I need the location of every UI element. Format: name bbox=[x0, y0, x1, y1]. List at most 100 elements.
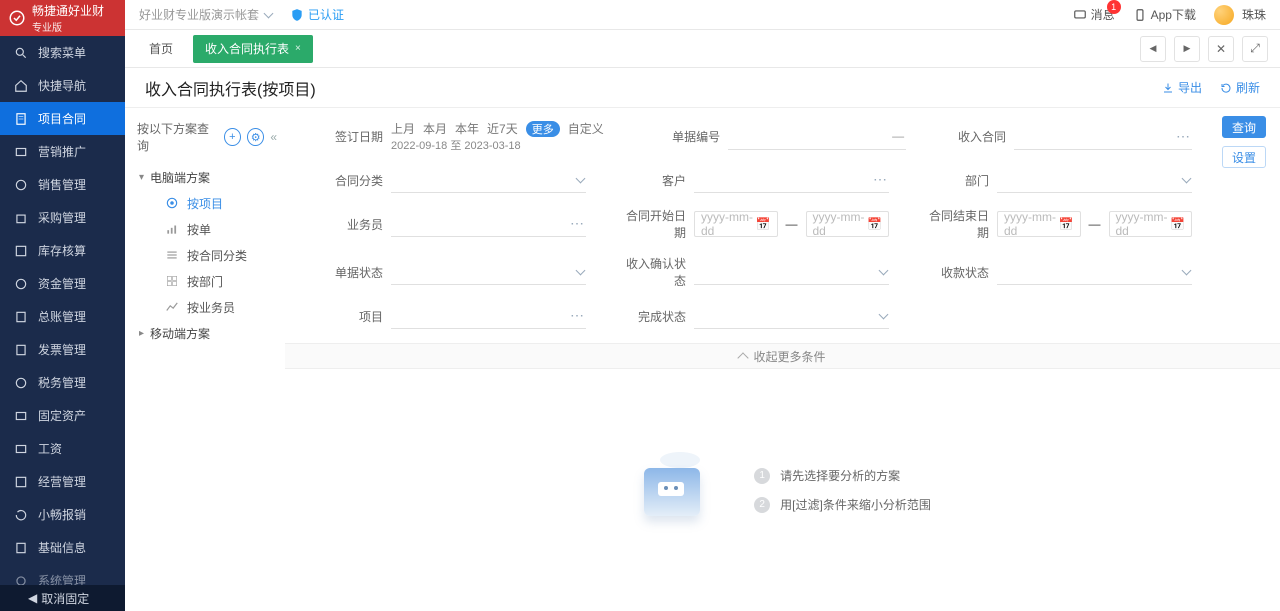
asset-icon bbox=[14, 409, 28, 423]
tab-next-button[interactable]: ▶ bbox=[1174, 36, 1200, 62]
messages-button[interactable]: 消息 1 bbox=[1073, 6, 1115, 23]
input-dept[interactable] bbox=[997, 167, 1192, 193]
brand-logo-icon bbox=[8, 9, 26, 27]
sidebar-item-operation[interactable]: 经营管理 bbox=[0, 465, 125, 498]
query-button[interactable]: 查询 bbox=[1222, 116, 1266, 138]
preset-custom[interactable]: 自定义 bbox=[568, 120, 604, 137]
tab-home[interactable]: 首页 bbox=[137, 35, 185, 63]
preset-last-month[interactable]: 上月 bbox=[391, 120, 415, 137]
input-doc-no[interactable]: — bbox=[728, 124, 906, 150]
app-download-button[interactable]: App下载 bbox=[1133, 6, 1196, 23]
input-start-date-from[interactable]: yyyy-mm-dd📅 bbox=[694, 211, 778, 237]
sidebar-item-project-contract[interactable]: 项目合同 bbox=[0, 102, 125, 135]
label-complete-status: 完成状态 bbox=[616, 308, 694, 325]
scheme-item-by-doc[interactable]: 按单 bbox=[159, 216, 285, 242]
sidebar-item-search[interactable]: 搜索菜单 bbox=[0, 36, 125, 69]
input-receive-status[interactable] bbox=[997, 259, 1192, 285]
megaphone-icon bbox=[14, 145, 28, 159]
sidebar-item-purchase[interactable]: 采购管理 bbox=[0, 201, 125, 234]
tab-prev-button[interactable]: ◀ bbox=[1140, 36, 1166, 62]
sidebar-item-quicknav[interactable]: 快捷导航 bbox=[0, 69, 125, 102]
input-confirm-status[interactable] bbox=[694, 259, 889, 285]
export-button[interactable]: 导出 bbox=[1162, 79, 1202, 96]
settings-button[interactable]: 设置 bbox=[1222, 146, 1266, 168]
avatar-icon bbox=[1214, 5, 1234, 25]
info-icon bbox=[14, 541, 28, 555]
label-doc-status: 单据状态 bbox=[313, 264, 391, 281]
calendar-icon: 📅 bbox=[1059, 217, 1074, 231]
dash: — bbox=[1089, 217, 1101, 231]
tab-expand-button[interactable]: ⤢ bbox=[1242, 36, 1268, 62]
sidebar-item-salary[interactable]: 工资 bbox=[0, 432, 125, 465]
input-start-date-to[interactable]: yyyy-mm-dd📅 bbox=[806, 211, 890, 237]
close-icon: ✕ bbox=[1216, 42, 1226, 56]
chevron-down-icon bbox=[880, 309, 887, 323]
scheme-group-pc[interactable]: ▾电脑端方案 bbox=[139, 164, 285, 190]
input-doc-status[interactable] bbox=[391, 259, 586, 285]
scheme-item-by-category[interactable]: 按合同分类 bbox=[159, 242, 285, 268]
gear-icon bbox=[14, 574, 28, 586]
filters-wrap: 查询 设置 签订日期 上月 本月 本年 近7天 bbox=[285, 108, 1280, 611]
filters: 查询 设置 签订日期 上月 本月 本年 近7天 bbox=[285, 108, 1280, 343]
preset-this-year[interactable]: 本年 bbox=[455, 120, 479, 137]
label-project: 项目 bbox=[313, 308, 391, 325]
brand-name: 畅捷通好业财 bbox=[32, 2, 104, 19]
tabs-row: 首页 收入合同执行表 × ◀ ▶ ✕ ⤢ bbox=[125, 30, 1280, 68]
workspace-selector[interactable]: 好业财专业版演示帐套 bbox=[139, 6, 272, 23]
preset-more[interactable]: 更多 bbox=[526, 121, 560, 137]
label-start-date: 合同开始日期 bbox=[616, 207, 694, 241]
scheme-group-mobile[interactable]: ▸移动端方案 bbox=[139, 320, 285, 346]
sidebar-item-marketing[interactable]: 营销推广 bbox=[0, 135, 125, 168]
input-complete-status[interactable] bbox=[694, 303, 889, 329]
tab-close-all-button[interactable]: ✕ bbox=[1208, 36, 1234, 62]
caret-right-icon: ▸ bbox=[139, 328, 144, 339]
sidebar-item-funds[interactable]: 资金管理 bbox=[0, 267, 125, 300]
empty-illustration-icon bbox=[634, 450, 714, 530]
input-income-contract[interactable] bbox=[1014, 124, 1192, 150]
scheme-collapse-button[interactable]: « bbox=[270, 130, 277, 144]
sidebar-item-sales[interactable]: 销售管理 bbox=[0, 168, 125, 201]
input-contract-cat[interactable] bbox=[391, 167, 586, 193]
user-menu[interactable]: 珠珠 bbox=[1214, 5, 1266, 25]
scheme-panel: 按以下方案查询 + ⚙ « ▾电脑端方案 按项目 按单 按合同分类 按部门 按业… bbox=[125, 108, 285, 611]
date-presets: 上月 本月 本年 近7天 更多 自定义 bbox=[391, 120, 620, 137]
caret-right-icon: ▶ bbox=[1184, 43, 1191, 54]
sidebar-item-ledger[interactable]: 总账管理 bbox=[0, 300, 125, 333]
sidebar-item-inventory[interactable]: 库存核算 bbox=[0, 234, 125, 267]
sidebar-item-system[interactable]: 系统管理 bbox=[0, 564, 125, 585]
scheme-title: 按以下方案查询 bbox=[137, 120, 218, 154]
sidebar: 畅捷通好业财 专业版 搜索菜单 快捷导航 项目合同 营销推广 销售管理 采购管理… bbox=[0, 0, 125, 611]
preset-last7[interactable]: 近7天 bbox=[487, 120, 518, 137]
chevron-up-icon bbox=[738, 352, 749, 363]
input-sales[interactable] bbox=[391, 211, 586, 237]
sidebar-item-expense[interactable]: 小畅报销 bbox=[0, 498, 125, 531]
scheme-settings-button[interactable]: ⚙ bbox=[247, 128, 264, 146]
input-project[interactable] bbox=[391, 303, 586, 329]
sidebar-item-invoice[interactable]: 发票管理 bbox=[0, 333, 125, 366]
input-customer[interactable] bbox=[694, 167, 889, 193]
side-menu: 搜索菜单 快捷导航 项目合同 营销推广 销售管理 采购管理 库存核算 资金管理 … bbox=[0, 36, 125, 585]
sidebar-item-base[interactable]: 基础信息 bbox=[0, 531, 125, 564]
calendar-icon: 📅 bbox=[867, 217, 882, 231]
scheme-item-by-sales[interactable]: 按业务员 bbox=[159, 294, 285, 320]
tab-active[interactable]: 收入合同执行表 × bbox=[193, 35, 313, 63]
scheme-item-by-dept[interactable]: 按部门 bbox=[159, 268, 285, 294]
tab-close-icon[interactable]: × bbox=[295, 35, 301, 63]
scheme-add-button[interactable]: + bbox=[224, 128, 241, 146]
salary-icon bbox=[14, 442, 28, 456]
chevron-down-icon bbox=[1183, 265, 1190, 279]
caret-left-icon: ◀ bbox=[28, 591, 37, 605]
input-end-date-to[interactable]: yyyy-mm-dd📅 bbox=[1109, 211, 1193, 237]
preset-this-month[interactable]: 本月 bbox=[423, 120, 447, 137]
sidebar-item-assets[interactable]: 固定资产 bbox=[0, 399, 125, 432]
chevron-down-icon bbox=[1183, 173, 1190, 187]
calendar-icon: 📅 bbox=[1170, 217, 1185, 231]
refresh-button[interactable]: 刷新 bbox=[1220, 79, 1260, 96]
sidebar-item-tax[interactable]: 税务管理 bbox=[0, 366, 125, 399]
cart-icon bbox=[14, 178, 28, 192]
input-end-date-from[interactable]: yyyy-mm-dd📅 bbox=[997, 211, 1081, 237]
sidebar-unpin[interactable]: ◀ 取消固定 bbox=[0, 585, 125, 611]
label-income-contract: 收入合同 bbox=[936, 128, 1014, 145]
scheme-item-by-project[interactable]: 按项目 bbox=[159, 190, 285, 216]
collapse-filters-button[interactable]: 收起更多条件 bbox=[285, 343, 1280, 369]
